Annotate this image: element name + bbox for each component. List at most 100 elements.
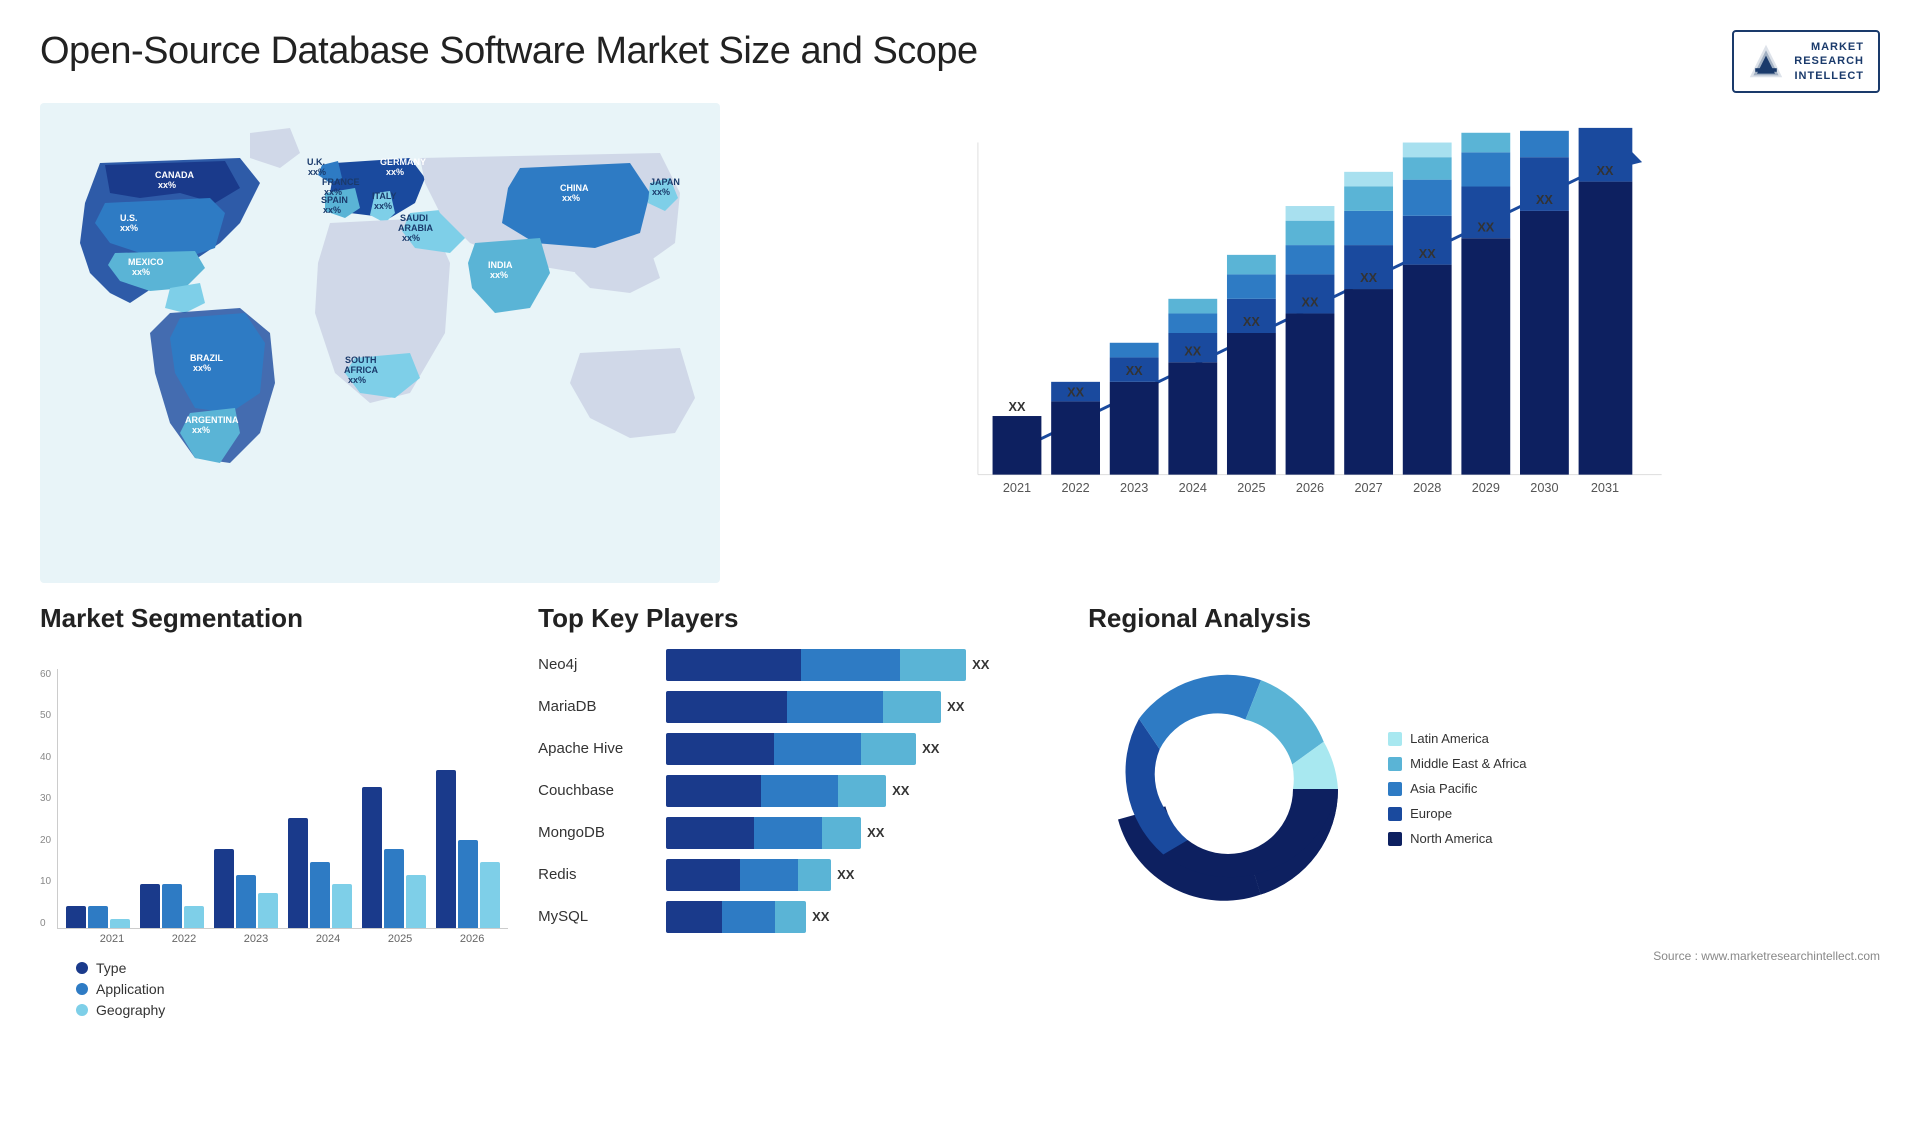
legend-application: Application xyxy=(76,981,508,997)
year-2026: 2026 xyxy=(1296,481,1324,495)
brazil-label: BRAZIL xyxy=(190,353,223,363)
seg-2024 xyxy=(288,818,352,928)
svg-text:XX: XX xyxy=(1067,385,1084,399)
saudi-label: SAUDI xyxy=(400,213,428,223)
regional-section: Regional Analysis xyxy=(1088,603,1880,1043)
seg-2025 xyxy=(362,787,426,928)
southafrica-label2: AFRICA xyxy=(344,365,378,375)
us-label: U.S. xyxy=(120,213,138,223)
svg-text:XX: XX xyxy=(1243,315,1260,329)
mexico-label: MEXICO xyxy=(128,257,164,267)
seg-2021 xyxy=(66,906,130,928)
seg-y-50: 50 xyxy=(40,710,51,721)
seg-x-2021: 2021 xyxy=(100,933,124,945)
germany-label: GERMANY xyxy=(380,157,426,167)
world-map-section: CANADA xx% U.S. xx% MEXICO xx% BRAZIL xx… xyxy=(40,103,720,593)
year-2031: 2031 xyxy=(1591,481,1619,495)
uk-label: U.K. xyxy=(307,157,325,167)
page-title: Open-Source Database Software Market Siz… xyxy=(40,30,978,73)
seg-x-2022: 2022 xyxy=(172,933,196,945)
italy-value: xx% xyxy=(374,201,392,211)
seg-x-2024: 2024 xyxy=(316,933,340,945)
canada-label: CANADA xyxy=(155,170,194,180)
mexico-value: xx% xyxy=(132,267,150,277)
legend-middle-east-africa: Middle East & Africa xyxy=(1388,756,1526,771)
svg-text:XX: XX xyxy=(1597,164,1614,178)
india-label: INDIA xyxy=(488,260,513,270)
year-2030: 2030 xyxy=(1530,481,1558,495)
svg-text:XX: XX xyxy=(1360,271,1377,285)
regional-title: Regional Analysis xyxy=(1088,603,1880,634)
player-couchbase: Couchbase XX xyxy=(538,775,1058,807)
us-value: xx% xyxy=(120,223,138,233)
seg-x-2026: 2026 xyxy=(460,933,484,945)
year-2024: 2024 xyxy=(1179,481,1207,495)
source-text: Source : www.marketresearchintellect.com xyxy=(1088,949,1880,963)
year-2022: 2022 xyxy=(1061,481,1089,495)
argentina-value: xx% xyxy=(192,425,210,435)
legend-geography: Geography xyxy=(76,1002,508,1018)
growth-chart-section: XX 2021 XX 2022 XX 2023 XX 2024 xyxy=(740,103,1880,593)
seg-y-30: 30 xyxy=(40,793,51,804)
italy-label: ITALY xyxy=(372,191,397,201)
svg-text:XX: XX xyxy=(1126,364,1143,378)
uk-value: xx% xyxy=(308,167,326,177)
players-section: Top Key Players Neo4j XX MariaDB xyxy=(538,603,1058,1043)
players-title: Top Key Players xyxy=(538,603,1058,634)
argentina-label: ARGENTINA xyxy=(185,415,239,425)
donut-area: Latin America Middle East & Africa Asia … xyxy=(1088,649,1880,929)
player-redis: Redis XX xyxy=(538,859,1058,891)
header: Open-Source Database Software Market Siz… xyxy=(0,0,1920,103)
players-list: Neo4j XX MariaDB xyxy=(538,649,1058,933)
year-2027: 2027 xyxy=(1354,481,1382,495)
logo: MARKETRESEARCHINTELLECT xyxy=(1732,30,1880,93)
southafrica-label: SOUTH xyxy=(345,355,377,365)
year-2023: 2023 xyxy=(1120,481,1148,495)
svg-text:XX: XX xyxy=(1477,220,1494,234)
svg-text:XX: XX xyxy=(1536,193,1553,207)
seg-y-0: 0 xyxy=(40,918,51,929)
china-label: CHINA xyxy=(560,183,589,193)
year-2025: 2025 xyxy=(1237,481,1265,495)
world-map-svg: CANADA xx% U.S. xx% MEXICO xx% BRAZIL xx… xyxy=(40,103,720,583)
legend-asia-pacific: Asia Pacific xyxy=(1388,781,1526,796)
year-2029: 2029 xyxy=(1472,481,1500,495)
legend-europe: Europe xyxy=(1388,806,1526,821)
svg-text:XX: XX xyxy=(1419,247,1436,261)
seg-x-2025: 2025 xyxy=(388,933,412,945)
japan-value: xx% xyxy=(652,187,670,197)
segmentation-title: Market Segmentation xyxy=(40,603,508,634)
player-mongodb: MongoDB XX xyxy=(538,817,1058,849)
donut-legend: Latin America Middle East & Africa Asia … xyxy=(1388,731,1526,846)
seg-2026 xyxy=(436,770,500,928)
svg-text:XX: XX xyxy=(1302,296,1319,310)
svg-text:XX: XX xyxy=(1009,400,1026,414)
saudi-label2: ARABIA xyxy=(398,223,433,233)
player-mysql: MySQL XX xyxy=(538,901,1058,933)
player-mariadb: MariaDB XX xyxy=(538,691,1058,723)
china-value: xx% xyxy=(562,193,580,203)
spain-label: SPAIN xyxy=(321,195,348,205)
india-value: xx% xyxy=(490,270,508,280)
seg-2022 xyxy=(140,884,204,928)
saudi-value: xx% xyxy=(402,233,420,243)
year-2021: 2021 xyxy=(1003,481,1031,495)
legend-north-america: North America xyxy=(1388,831,1526,846)
logo-icon xyxy=(1748,43,1784,79)
seg-2023 xyxy=(214,849,278,928)
southafrica-value: xx% xyxy=(348,375,366,385)
donut-chart xyxy=(1088,649,1368,929)
seg-y-60: 60 xyxy=(40,669,51,680)
seg-y-20: 20 xyxy=(40,835,51,846)
germany-value: xx% xyxy=(386,167,404,177)
svg-text:XX: XX xyxy=(1184,344,1201,358)
seg-x-2023: 2023 xyxy=(244,933,268,945)
logo-text: MARKETRESEARCHINTELLECT xyxy=(1794,40,1864,83)
growth-chart-svg: XX 2021 XX 2022 XX 2023 XX 2024 xyxy=(760,123,1860,543)
spain-value: xx% xyxy=(323,205,341,215)
segmentation-section: Market Segmentation 0 10 20 30 40 50 60 xyxy=(40,603,508,1043)
seg-y-10: 10 xyxy=(40,876,51,887)
legend-latin-america: Latin America xyxy=(1388,731,1526,746)
france-label: FRANCE xyxy=(322,177,360,187)
japan-label: JAPAN xyxy=(650,177,680,187)
